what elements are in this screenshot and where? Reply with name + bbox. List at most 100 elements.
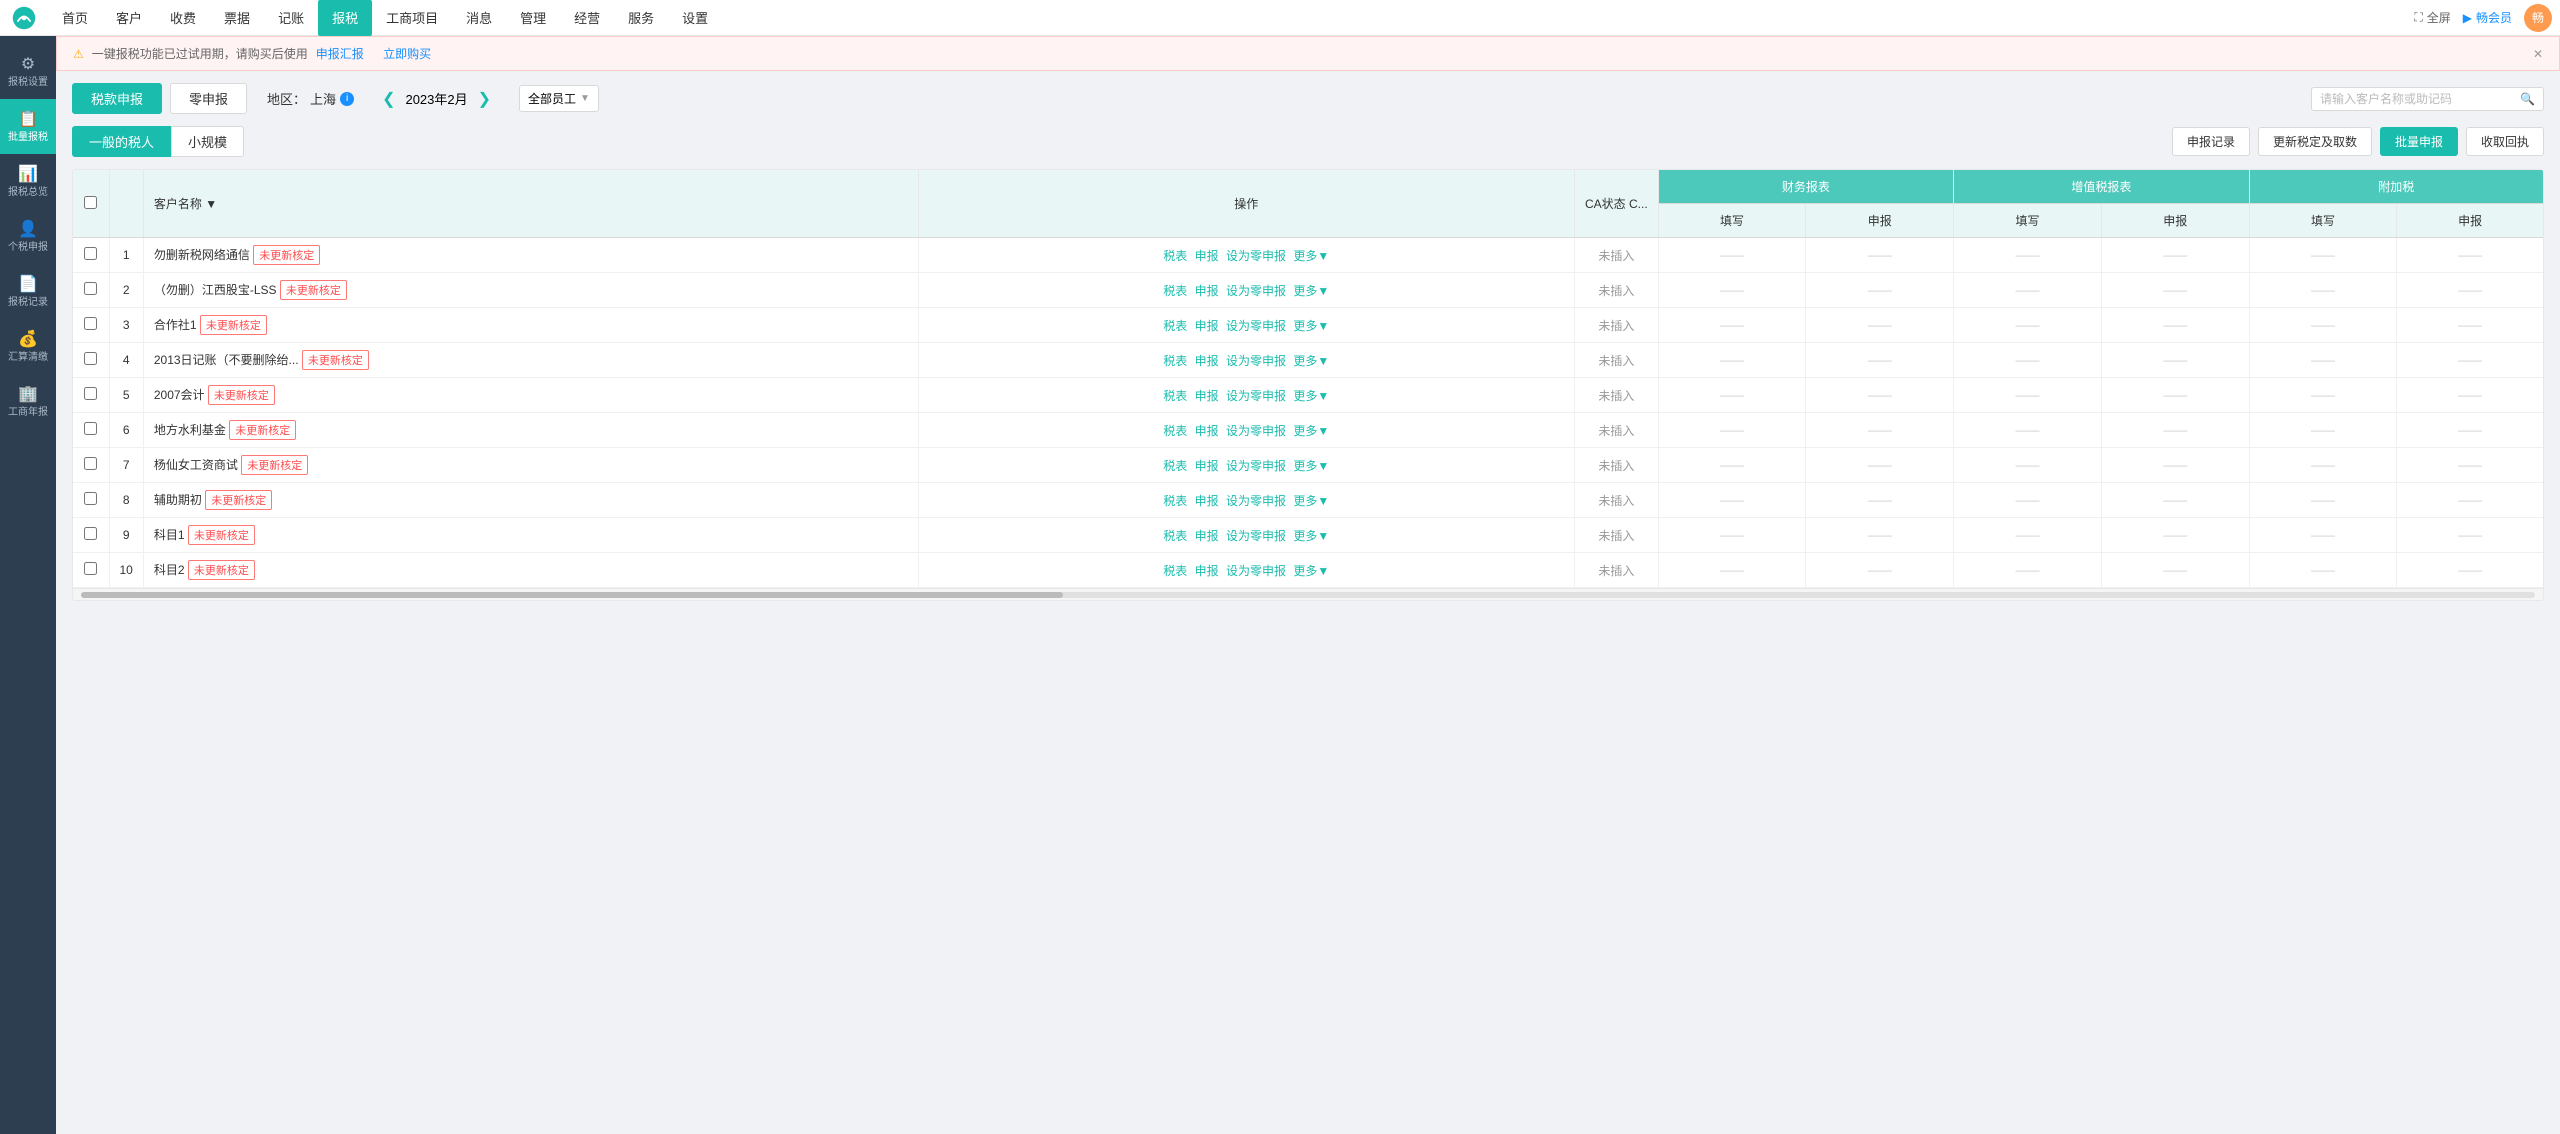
nav-home[interactable]: 首页 (48, 0, 102, 36)
select-all-checkbox[interactable] (84, 196, 97, 209)
op-more[interactable]: 更多▼ (1293, 249, 1329, 263)
sidebar-item-annual-settle[interactable]: 💰 汇算清缴 (0, 319, 56, 374)
sidebar-item-personal-tax[interactable]: 👤 个税申报 (0, 209, 56, 264)
op-more[interactable]: 更多▼ (1293, 319, 1329, 333)
op-more[interactable]: 更多▼ (1293, 284, 1329, 298)
op-zero-declare[interactable]: 设为零申报 (1226, 459, 1286, 473)
sidebar-item-tax-overview[interactable]: 📊 报税总览 (0, 154, 56, 209)
fullscreen-btn[interactable]: ⛶ 全屏 (2414, 9, 2450, 26)
row-checkbox[interactable] (84, 352, 97, 365)
op-taxform[interactable]: 税表 (1163, 529, 1187, 543)
op-taxform[interactable]: 税表 (1163, 459, 1187, 473)
op-more[interactable]: 更多▼ (1293, 354, 1329, 368)
nav-settings[interactable]: 设置 (668, 0, 722, 36)
op-more[interactable]: 更多▼ (1293, 529, 1329, 543)
banner-link-report[interactable]: 申报汇报 (316, 45, 364, 62)
prev-month-btn[interactable]: ❮ (378, 89, 399, 109)
row-checkbox[interactable] (84, 317, 97, 330)
row-checkbox[interactable] (84, 282, 97, 295)
op-taxform[interactable]: 税表 (1163, 389, 1187, 403)
op-zero-declare[interactable]: 设为零申报 (1226, 389, 1286, 403)
op-more[interactable]: 更多▼ (1293, 564, 1329, 578)
op-declare[interactable]: 申报 (1195, 249, 1219, 263)
sidebar-item-tax-records[interactable]: 📄 报税记录 (0, 264, 56, 319)
banner-link-buy[interactable]: 立即购买 (383, 45, 431, 62)
op-declare[interactable]: 申报 (1195, 564, 1219, 578)
nav-client[interactable]: 客户 (102, 0, 156, 36)
op-declare[interactable]: 申报 (1195, 459, 1219, 473)
nav-invoice[interactable]: 票据 (210, 0, 264, 36)
row-fin-rep: —— (1806, 413, 1954, 448)
row-tax-fill: —— (1954, 448, 2102, 483)
op-zero-declare[interactable]: 设为零申报 (1226, 529, 1286, 543)
op-declare[interactable]: 申报 (1195, 284, 1219, 298)
op-more[interactable]: 更多▼ (1293, 424, 1329, 438)
op-more[interactable]: 更多▼ (1293, 459, 1329, 473)
op-more[interactable]: 更多▼ (1293, 389, 1329, 403)
batch-declare-btn[interactable]: 批量申报 (2380, 127, 2458, 156)
nav-biz[interactable]: 工商项目 (372, 0, 452, 36)
op-taxform[interactable]: 税表 (1163, 564, 1187, 578)
nav-accounting[interactable]: 记账 (264, 0, 318, 36)
op-taxform[interactable]: 税表 (1163, 319, 1187, 333)
nav-msg[interactable]: 消息 (452, 0, 506, 36)
clients-table: 客户名称 ▼ 操作 CA状态 C... 财务报表 增值税报表 附加税 填写 申报… (73, 170, 2543, 588)
user-avatar[interactable]: 畅 (2524, 4, 2552, 32)
tab-zero-declaration[interactable]: 零申报 (170, 83, 247, 114)
row-checkbox[interactable] (84, 247, 97, 260)
op-taxform[interactable]: 税表 (1163, 354, 1187, 368)
row-checkbox[interactable] (84, 422, 97, 435)
op-declare[interactable]: 申报 (1195, 494, 1219, 508)
staff-dropdown[interactable]: 全部员工 ▼ (519, 85, 599, 112)
op-taxform[interactable]: 税表 (1163, 494, 1187, 508)
row-checkbox[interactable] (84, 562, 97, 575)
row-checkbox-cell (73, 553, 109, 588)
search-icon[interactable]: 🔍 (2520, 92, 2535, 106)
banner-close-btn[interactable]: ✕ (2533, 47, 2543, 61)
nav-ops[interactable]: 经营 (560, 0, 614, 36)
op-declare[interactable]: 申报 (1195, 424, 1219, 438)
row-fin-fill: —— (1658, 448, 1806, 483)
op-zero-declare[interactable]: 设为零申报 (1226, 564, 1286, 578)
declaration-records-btn[interactable]: 申报记录 (2172, 127, 2250, 156)
sidebar-item-annual-report[interactable]: 🏢 工商年报 (0, 374, 56, 429)
op-zero-declare[interactable]: 设为零申报 (1226, 424, 1286, 438)
nav-tax[interactable]: 报税 (318, 0, 372, 36)
tab-tax-declaration[interactable]: 税款申报 (72, 83, 162, 114)
upgrade-btn[interactable]: ▶ 畅会员 (2463, 9, 2512, 26)
nav-manage[interactable]: 管理 (506, 0, 560, 36)
region-info-icon[interactable]: i (340, 92, 354, 106)
row-checkbox[interactable] (84, 527, 97, 540)
sidebar-item-tax-settings[interactable]: ⚙ 报税设置 (0, 44, 56, 99)
receive-receipt-btn[interactable]: 收取回执 (2466, 127, 2544, 156)
next-month-btn[interactable]: ❯ (474, 89, 495, 109)
op-declare[interactable]: 申报 (1195, 389, 1219, 403)
horizontal-scrollbar[interactable] (73, 588, 2543, 600)
op-zero-declare[interactable]: 设为零申报 (1226, 494, 1286, 508)
op-zero-declare[interactable]: 设为零申报 (1226, 249, 1286, 263)
row-checkbox[interactable] (84, 387, 97, 400)
op-zero-declare[interactable]: 设为零申报 (1226, 354, 1286, 368)
scrollbar-thumb[interactable] (81, 592, 1063, 598)
row-checkbox[interactable] (84, 492, 97, 505)
op-taxform[interactable]: 税表 (1163, 284, 1187, 298)
search-input[interactable] (2320, 92, 2520, 106)
row-checkbox[interactable] (84, 457, 97, 470)
op-declare[interactable]: 申报 (1195, 354, 1219, 368)
op-taxform[interactable]: 税表 (1163, 249, 1187, 263)
sort-icon: ▼ (205, 197, 217, 211)
op-zero-declare[interactable]: 设为零申报 (1226, 284, 1286, 298)
row-fin-rep: —— (1806, 378, 1954, 413)
op-declare[interactable]: 申报 (1195, 529, 1219, 543)
update-tax-btn[interactable]: 更新税定及取数 (2258, 127, 2372, 156)
op-more[interactable]: 更多▼ (1293, 494, 1329, 508)
nav-service[interactable]: 服务 (614, 0, 668, 36)
row-add-fill: —— (2249, 273, 2397, 308)
op-zero-declare[interactable]: 设为零申报 (1226, 319, 1286, 333)
sidebar-item-batch-tax[interactable]: 📋 批量报税 (0, 99, 56, 154)
tab-small-scale[interactable]: 小规模 (171, 126, 244, 157)
nav-fee[interactable]: 收费 (156, 0, 210, 36)
op-taxform[interactable]: 税表 (1163, 424, 1187, 438)
tab-general-taxpayer[interactable]: 一般的税人 (72, 126, 171, 157)
op-declare[interactable]: 申报 (1195, 319, 1219, 333)
